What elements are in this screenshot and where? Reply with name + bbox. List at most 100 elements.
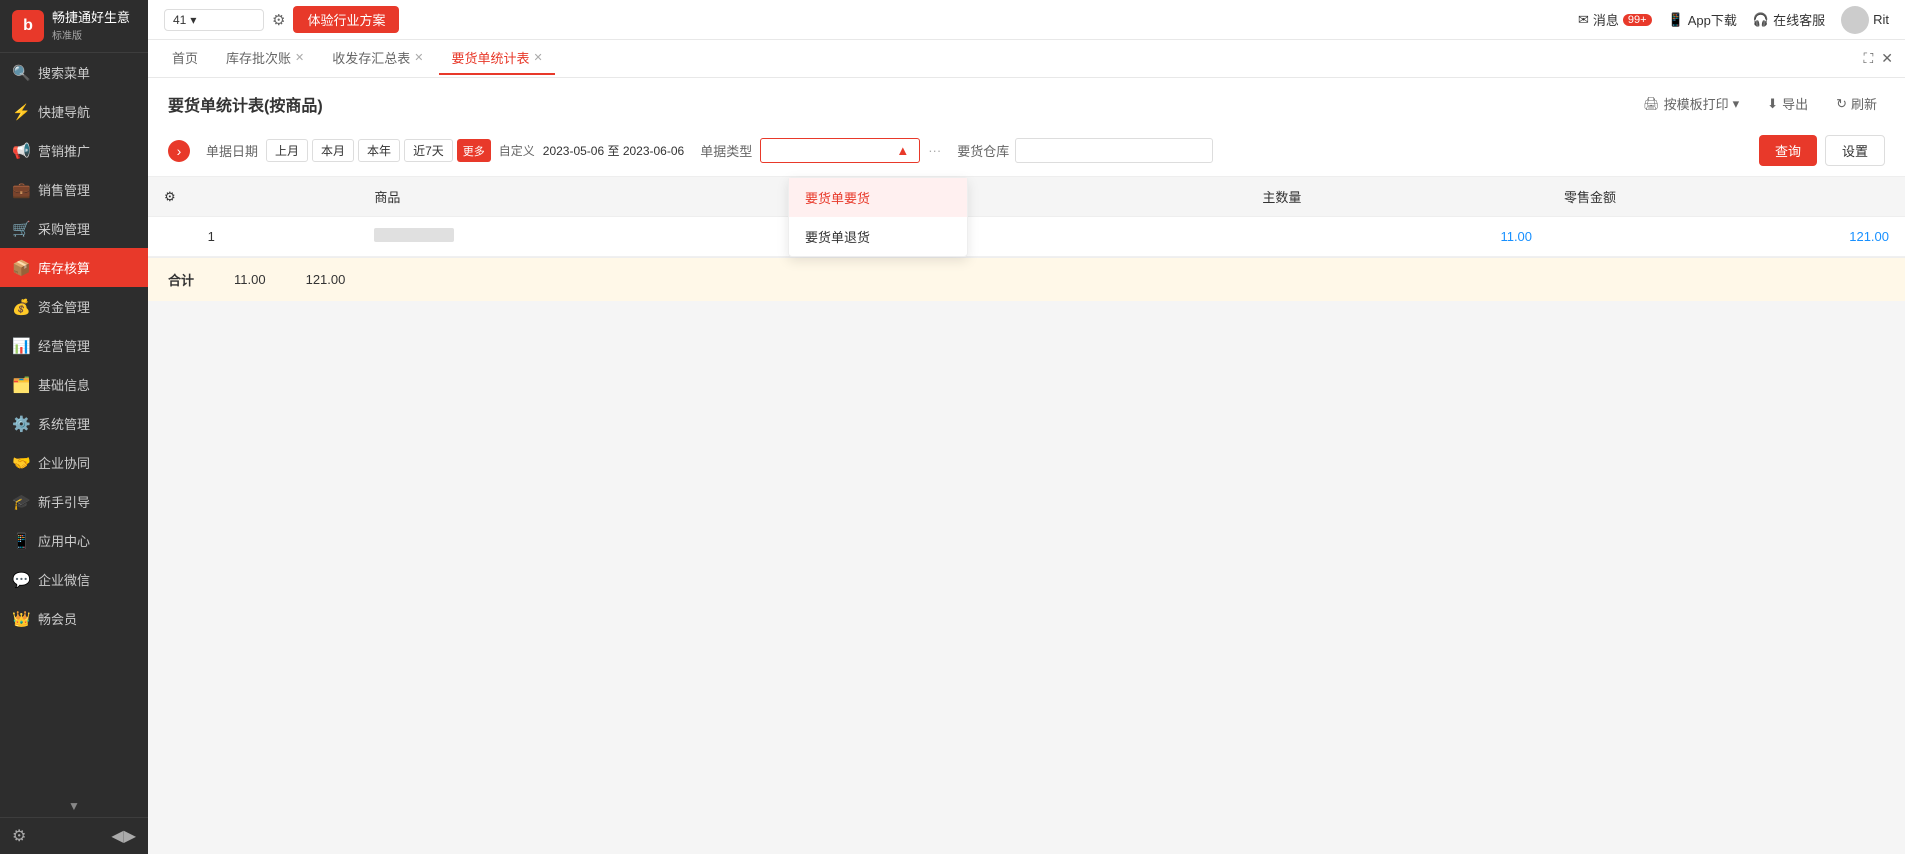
tab-inventory-batch-label: 库存批次账 xyxy=(226,48,291,67)
col-seq xyxy=(192,177,359,217)
sidebar-item-enterprise[interactable]: 🤝 企业协同 xyxy=(0,443,148,482)
warehouse-filter-input[interactable] xyxy=(1015,138,1213,163)
close-all-icon[interactable]: ✕ xyxy=(1881,50,1893,67)
enterprise-icon: 🤝 xyxy=(12,454,30,472)
app-download-button[interactable]: 📱 App下载 xyxy=(1668,10,1737,29)
table-row: 1 块 11.00 121.00 xyxy=(148,217,1905,257)
row-settings-cell xyxy=(148,217,192,257)
date-more-btn[interactable]: 更多 xyxy=(457,139,491,162)
user-profile-button[interactable]: Rit xyxy=(1841,6,1889,34)
shortcut-icon: ⚡ xyxy=(12,103,30,121)
sidebar-item-finance[interactable]: 💰 资金管理 xyxy=(0,287,148,326)
column-settings-icon[interactable]: ⚙ xyxy=(164,189,176,204)
tab-inventory-batch[interactable]: 库存批次账 ✕ xyxy=(214,42,316,75)
row-product-cell xyxy=(358,217,834,257)
settings-button[interactable]: 设置 xyxy=(1825,135,1885,166)
type-dropdown: 要货单要货 要货单退货 xyxy=(788,177,968,257)
date-quick-buttons: 上月 本月 本年 近7天 更多 xyxy=(266,139,491,162)
sidebar-item-base[interactable]: 🗂️ 基础信息 xyxy=(0,365,148,404)
date-last-7days-btn[interactable]: 近7天 xyxy=(404,139,453,162)
member-icon: 👑 xyxy=(12,610,30,628)
export-button[interactable]: ⬇ 导出 xyxy=(1759,90,1816,117)
sidebar-finance-label: 资金管理 xyxy=(38,297,90,316)
sidebar-sales-label: 销售管理 xyxy=(38,180,90,199)
sidebar-item-sales[interactable]: 💼 销售管理 xyxy=(0,170,148,209)
sidebar-item-member[interactable]: 👑 畅会员 xyxy=(0,599,148,638)
chevron-down-icon: ▾ xyxy=(190,13,196,27)
app-download-label: App下载 xyxy=(1688,10,1737,29)
summary-label: 合计 xyxy=(168,270,194,289)
quantity-link[interactable]: 11.00 xyxy=(1500,229,1532,244)
sidebar-guide-label: 新手引导 xyxy=(38,492,90,511)
phone-icon: 📱 xyxy=(1668,12,1684,28)
type-filter-input[interactable]: ▲ xyxy=(760,138,920,163)
sidebar-system-label: 系统管理 xyxy=(38,414,90,433)
sidebar-operation-label: 经营管理 xyxy=(38,336,90,355)
date-range-display: 2023-05-06 至 2023-06-06 xyxy=(543,142,684,159)
summary-quantity: 11.00 xyxy=(234,272,266,287)
print-button[interactable]: 🖨 按模板打印 ▾ xyxy=(1635,90,1747,117)
collapse-icon[interactable]: ◀▶ xyxy=(111,826,136,846)
row-quantity-cell: 11.00 xyxy=(1246,217,1548,257)
refresh-label: 刷新 xyxy=(1851,94,1877,113)
date-last-month-btn[interactable]: 上月 xyxy=(266,139,308,162)
sidebar-app-center-label: 应用中心 xyxy=(38,531,90,550)
sidebar-item-wechat[interactable]: 💬 企业微信 xyxy=(0,560,148,599)
maximize-icon[interactable]: ⛶ xyxy=(1863,50,1873,67)
filter-expand-button[interactable]: › xyxy=(168,140,190,162)
date-custom-btn[interactable]: 自定义 xyxy=(499,142,535,159)
gear-button[interactable]: ⚙ xyxy=(272,11,285,29)
date-this-month-btn[interactable]: 本月 xyxy=(312,139,354,162)
sidebar-item-purchase[interactable]: 🛒 采购管理 xyxy=(0,209,148,248)
topbar: 41 ▾ ⚙ 体验行业方案 ✉ 消息 99+ 📱 App下载 🎧 在线客服 R xyxy=(148,0,1905,40)
online-service-button[interactable]: 🎧 在线客服 xyxy=(1753,10,1825,29)
page-actions: 🖨 按模板打印 ▾ ⬇ 导出 ↻ 刷新 xyxy=(1635,90,1885,117)
sidebar-item-search[interactable]: 🔍 搜索菜单 xyxy=(0,53,148,92)
base-icon: 🗂️ xyxy=(12,376,30,394)
message-button[interactable]: ✉ 消息 99+ xyxy=(1578,10,1652,29)
refresh-button[interactable]: ↻ 刷新 xyxy=(1828,90,1885,117)
sidebar-item-app-center[interactable]: 📱 应用中心 xyxy=(0,521,148,560)
tab-requisition-stats[interactable]: 要货单统计表 ✕ xyxy=(439,42,554,75)
sidebar-scroll-down[interactable]: ▼ xyxy=(0,795,148,817)
type-filter-group: 单据类型 ▲ ··· xyxy=(700,138,941,163)
tab-receive-summary[interactable]: 收发存汇总表 ✕ xyxy=(320,42,435,75)
col-amount: 零售金额 xyxy=(1548,177,1905,217)
company-selector[interactable]: 41 ▾ xyxy=(164,9,264,31)
print-chevron-icon: ▾ xyxy=(1733,96,1740,112)
message-badge: 99+ xyxy=(1623,14,1652,26)
online-service-label: 在线客服 xyxy=(1773,10,1825,29)
settings-bottom-icon[interactable]: ⚙ xyxy=(12,826,26,846)
tab-receive-summary-close[interactable]: ✕ xyxy=(414,51,423,64)
sidebar-enterprise-label: 企业协同 xyxy=(38,453,90,472)
print-label: 按模板打印 xyxy=(1664,94,1729,113)
row-seq-cell: 1 xyxy=(192,217,359,257)
sidebar-base-label: 基础信息 xyxy=(38,375,90,394)
amount-link[interactable]: 121.00 xyxy=(1849,229,1889,244)
tab-requisition-stats-close[interactable]: ✕ xyxy=(534,51,543,64)
date-filter-label: 单据日期 xyxy=(206,141,258,160)
message-icon: ✉ xyxy=(1578,12,1589,28)
message-label: 消息 xyxy=(1593,10,1619,29)
sidebar-item-operation[interactable]: 📊 经营管理 xyxy=(0,326,148,365)
col-quantity: 主数量 xyxy=(1246,177,1548,217)
tab-home-label: 首页 xyxy=(172,48,198,67)
operation-icon: 📊 xyxy=(12,337,30,355)
sidebar-item-shortcut[interactable]: ⚡ 快捷导航 xyxy=(0,92,148,131)
sidebar-item-guide[interactable]: 🎓 新手引导 xyxy=(0,482,148,521)
date-this-year-btn[interactable]: 本年 xyxy=(358,139,400,162)
sidebar-marketing-label: 营销推广 xyxy=(38,141,90,160)
sidebar-item-marketing[interactable]: 📢 营销推广 xyxy=(0,131,148,170)
query-button[interactable]: 查询 xyxy=(1759,135,1817,166)
trial-button[interactable]: 体验行业方案 xyxy=(293,6,399,33)
sidebar-item-system[interactable]: ⚙️ 系统管理 xyxy=(0,404,148,443)
sidebar-item-inventory[interactable]: 📦 库存核算 xyxy=(0,248,148,287)
tab-inventory-batch-close[interactable]: ✕ xyxy=(295,51,304,64)
warehouse-filter-group: 要货仓库 xyxy=(957,138,1213,163)
filter-more-icon[interactable]: ··· xyxy=(928,143,941,158)
sidebar-member-label: 畅会员 xyxy=(38,609,77,628)
dropdown-item-requisition-order[interactable]: 要货单要货 xyxy=(789,178,967,217)
date-filter-group: 单据日期 上月 本月 本年 近7天 更多 自定义 2023-05-06 至 20… xyxy=(206,139,684,162)
dropdown-item-requisition-return[interactable]: 要货单退货 xyxy=(789,217,967,256)
tab-home[interactable]: 首页 xyxy=(160,42,210,75)
